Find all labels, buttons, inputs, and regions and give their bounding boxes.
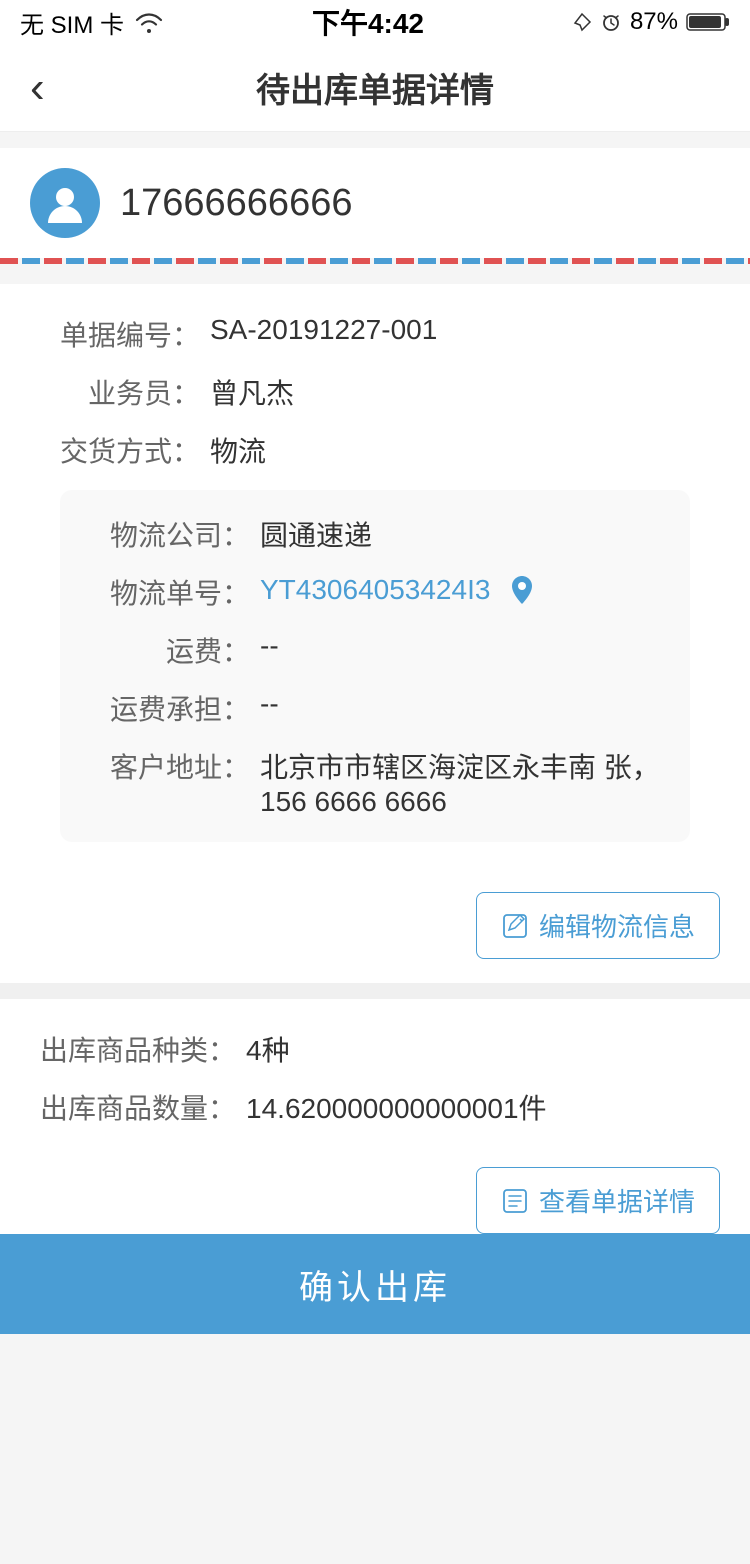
user-phone: 17666666666 bbox=[120, 182, 352, 225]
status-left: 无 SIM 卡 bbox=[20, 5, 164, 40]
sales-person-row: 业务员： 曾凡杰 bbox=[40, 372, 710, 412]
view-detail-label: 查看单据详情 bbox=[539, 1182, 695, 1219]
address-value: 北京市市辖区海淀区永丰南 张，156 6666 6666 bbox=[260, 746, 660, 818]
freight-bearer-label: 运费承担： bbox=[90, 688, 250, 728]
edit-logistics-label: 编辑物流信息 bbox=[539, 907, 695, 944]
page-title: 待出库单据详情 bbox=[256, 63, 494, 112]
edit-icon bbox=[501, 912, 529, 940]
status-bar: 无 SIM 卡 下午4:42 87% bbox=[0, 0, 750, 44]
freight-bearer-value: -- bbox=[260, 688, 660, 720]
sales-person-value: 曾凡杰 bbox=[210, 372, 710, 412]
address-label: 客户地址： bbox=[90, 746, 250, 786]
product-types-value: 4种 bbox=[246, 1029, 710, 1069]
carrier-text: 无 SIM 卡 bbox=[20, 5, 124, 40]
order-no-row: 单据编号： SA-20191227-001 bbox=[40, 314, 710, 354]
tracking-no-value: YT43064053424I3 bbox=[260, 572, 660, 608]
freight-value: -- bbox=[260, 630, 660, 662]
logistics-company-value: 圆通速递 bbox=[260, 514, 660, 554]
product-quantity-value: 14.620000000000001件 bbox=[246, 1087, 710, 1127]
product-quantity-row: 出库商品数量： 14.620000000000001件 bbox=[40, 1087, 710, 1127]
user-avatar bbox=[30, 168, 100, 238]
order-info-section: 单据编号： SA-20191227-001 业务员： 曾凡杰 交货方式： 物流 … bbox=[0, 284, 750, 872]
battery-icon bbox=[686, 11, 730, 33]
product-types-label: 出库商品种类： bbox=[40, 1029, 236, 1069]
tracking-no-row: 物流单号： YT43064053424I3 bbox=[90, 572, 660, 612]
nav-bar: ‹ 待出库单据详情 bbox=[0, 44, 750, 132]
detail-icon bbox=[501, 1187, 529, 1215]
alarm-icon bbox=[600, 11, 622, 33]
wifi-icon bbox=[134, 11, 164, 33]
freight-label: 运费： bbox=[90, 630, 250, 670]
product-section: 出库商品种类： 4种 出库商品数量： 14.620000000000001件 bbox=[0, 999, 750, 1151]
delivery-method-label: 交货方式： bbox=[40, 430, 200, 470]
edit-btn-row: 编辑物流信息 bbox=[0, 872, 750, 983]
order-no-label: 单据编号： bbox=[40, 314, 200, 354]
order-no-value: SA-20191227-001 bbox=[210, 314, 710, 346]
dashed-divider bbox=[0, 258, 750, 264]
edit-logistics-button[interactable]: 编辑物流信息 bbox=[476, 892, 720, 959]
delivery-method-row: 交货方式： 物流 bbox=[40, 430, 710, 470]
freight-row: 运费： -- bbox=[90, 630, 660, 670]
status-right: 87% bbox=[572, 8, 730, 36]
battery-text: 87% bbox=[630, 8, 678, 36]
sales-person-label: 业务员： bbox=[40, 372, 200, 412]
tracking-no-label: 物流单号： bbox=[90, 572, 250, 612]
logistics-card: 物流公司： 圆通速递 物流单号： YT43064053424I3 运费： -- bbox=[60, 490, 690, 842]
location-pin-icon[interactable] bbox=[504, 572, 540, 608]
address-row: 客户地址： 北京市市辖区海淀区永丰南 张，156 6666 6666 bbox=[90, 746, 660, 818]
location-arrow-icon bbox=[572, 12, 592, 32]
time-display: 下午4:42 bbox=[312, 2, 424, 42]
product-types-row: 出库商品种类： 4种 bbox=[40, 1029, 710, 1069]
delivery-method-value: 物流 bbox=[210, 430, 710, 470]
confirm-button[interactable]: 确认出库 bbox=[0, 1234, 750, 1334]
confirm-button-label: 确认出库 bbox=[299, 1260, 451, 1309]
product-quantity-label: 出库商品数量： bbox=[40, 1087, 236, 1127]
user-header: 17666666666 bbox=[0, 148, 750, 258]
logistics-company-label: 物流公司： bbox=[90, 514, 250, 554]
freight-bearer-row: 运费承担： -- bbox=[90, 688, 660, 728]
view-detail-button[interactable]: 查看单据详情 bbox=[476, 1167, 720, 1234]
avatar-icon bbox=[43, 181, 87, 225]
section-divider bbox=[0, 983, 750, 999]
back-button[interactable]: ‹ bbox=[20, 53, 55, 123]
logistics-company-row: 物流公司： 圆通速递 bbox=[90, 514, 660, 554]
